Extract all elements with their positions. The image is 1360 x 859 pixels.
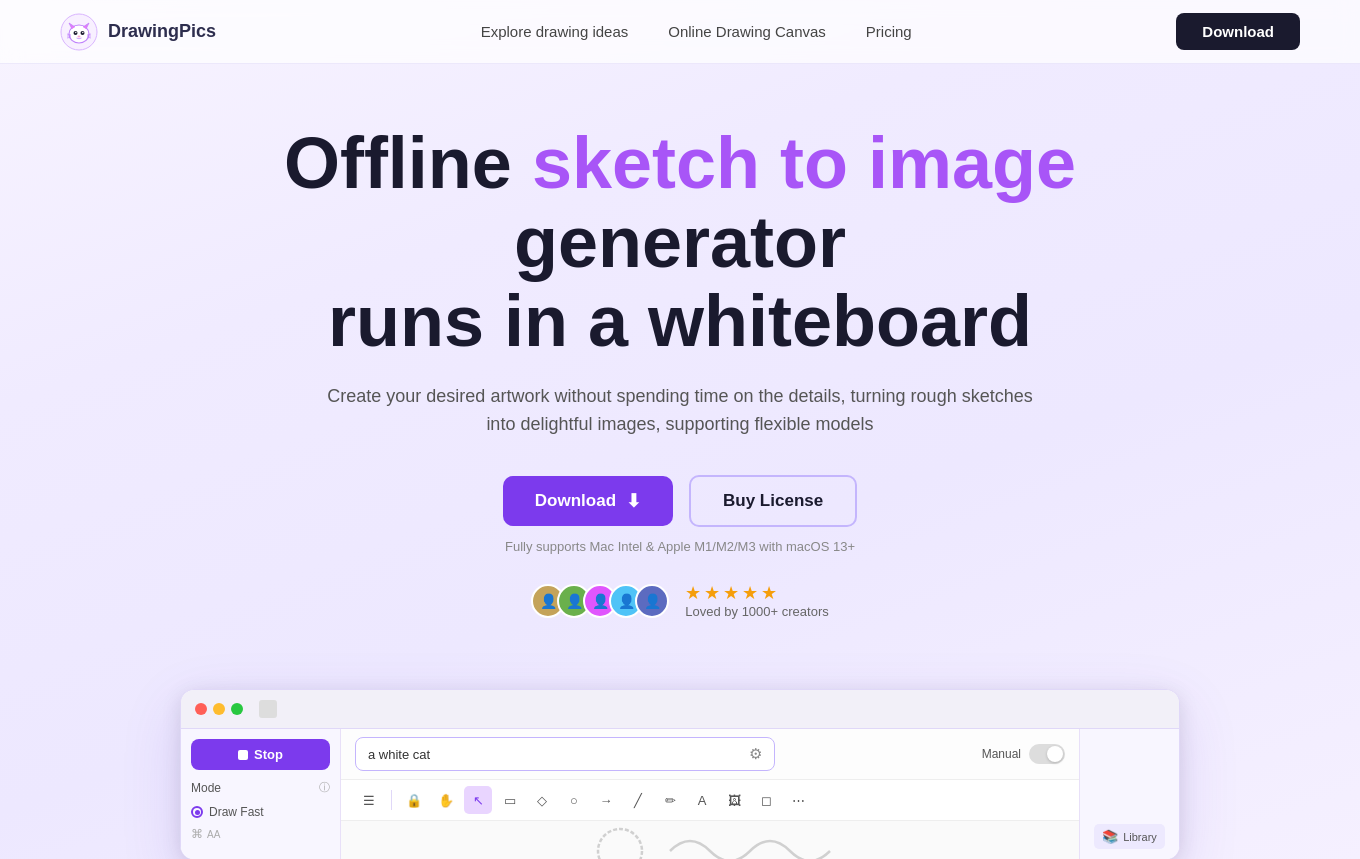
manual-label: Manual (982, 747, 1021, 761)
svg-point-5 (82, 31, 83, 32)
stop-icon (238, 750, 248, 760)
drawing-sketch (560, 821, 860, 859)
svg-point-6 (78, 35, 81, 37)
radio-inner (195, 810, 200, 815)
close-dot[interactable] (195, 703, 207, 715)
brand-name: DrawingPics (108, 21, 216, 42)
hero-download-button[interactable]: Download ⬇ (503, 476, 673, 526)
library-label: Library (1123, 831, 1157, 843)
canvas-area: a white cat ⚙ Manual ☰ 🔒 ✋ (341, 729, 1079, 859)
prompt-text: a white cat (368, 747, 430, 762)
manual-area: Manual (982, 744, 1065, 764)
hero-license-button[interactable]: Buy License (689, 475, 857, 527)
star-2: ★ (704, 582, 720, 604)
manual-toggle[interactable] (1029, 744, 1065, 764)
stop-button[interactable]: Stop (191, 739, 330, 770)
stop-label: Stop (254, 747, 283, 762)
rect-tool-button[interactable]: ▭ (496, 786, 524, 814)
size-value: AA (207, 829, 220, 840)
mode-label: Mode (191, 781, 221, 795)
hero-buttons: Download ⬇ Buy License (503, 475, 857, 527)
star-1: ★ (685, 582, 701, 604)
nav-link-pricing[interactable]: Pricing (866, 23, 912, 40)
hero-subtitle: Create your desired artwork without spen… (320, 382, 1040, 440)
draw-fast-row: Draw Fast (191, 805, 330, 819)
pencil-tool-button[interactable]: ✏ (656, 786, 684, 814)
settings-icon[interactable]: ⚙ (749, 745, 762, 763)
arrow-tool-button[interactable]: → (592, 786, 620, 814)
logo-icon (60, 13, 98, 51)
mode-info-icon: ⓘ (319, 780, 330, 795)
toggle-knob (1047, 746, 1063, 762)
more-tool-button[interactable]: ⋯ (784, 786, 812, 814)
logo[interactable]: DrawingPics (60, 13, 216, 51)
star-5: ★ (761, 582, 777, 604)
nav-download-button[interactable]: Download (1176, 13, 1300, 50)
maximize-dot[interactable] (231, 703, 243, 715)
rating-area: ★ ★ ★ ★ ★ Loved by 1000+ creators (685, 582, 828, 619)
avatar-group: 👤 👤 👤 👤 👤 (531, 584, 669, 618)
loved-text: Loved by 1000+ creators (685, 604, 828, 619)
tool-divider (391, 790, 392, 810)
toolbar: ☰ 🔒 ✋ ↖ ▭ ◇ ○ → ╱ ✏ A 🖼 ◻ ⋯ (341, 780, 1079, 821)
library-button[interactable]: 📚 Library (1094, 824, 1165, 849)
mode-row: Mode ⓘ (191, 778, 330, 797)
window-controls (195, 703, 243, 715)
nav-links: Explore drawing ideas Online Drawing Can… (481, 23, 912, 40)
minimize-dot[interactable] (213, 703, 225, 715)
radio-button[interactable] (191, 806, 203, 818)
library-icon: 📚 (1102, 829, 1118, 844)
star-rating: ★ ★ ★ ★ ★ (685, 582, 777, 604)
navbar: DrawingPics Explore drawing ideas Online… (0, 0, 1360, 64)
svg-point-4 (75, 31, 76, 32)
eraser-tool-button[interactable]: ◻ (752, 786, 780, 814)
support-note: Fully supports Mac Intel & Apple M1/M2/M… (505, 539, 855, 554)
ellipse-tool-button[interactable]: ○ (560, 786, 588, 814)
hero-title-line2: generator (514, 202, 846, 282)
hero-download-label: Download (535, 491, 616, 511)
nav-link-explore[interactable]: Explore drawing ideas (481, 23, 629, 40)
app-preview: Stop Mode ⓘ Draw Fast ⌘ AA (180, 689, 1180, 859)
star-4: ★ (742, 582, 758, 604)
hand-tool-button[interactable]: ✋ (432, 786, 460, 814)
svg-point-13 (598, 829, 642, 859)
line-tool-button[interactable]: ╱ (624, 786, 652, 814)
nav-link-canvas[interactable]: Online Drawing Canvas (668, 23, 826, 40)
size-icon: ⌘ (191, 827, 203, 841)
app-body: Stop Mode ⓘ Draw Fast ⌘ AA (181, 729, 1179, 859)
select-tool-button[interactable]: ↖ (464, 786, 492, 814)
app-titlebar (181, 690, 1179, 729)
draw-fast-label: Draw Fast (209, 805, 264, 819)
avatar: 👤 (635, 584, 669, 618)
star-3: ★ (723, 582, 739, 604)
menu-tool-button[interactable]: ☰ (355, 786, 383, 814)
hero-title: Offline sketch to image generator runs i… (284, 124, 1076, 362)
hero-section: Offline sketch to image generator runs i… (0, 64, 1360, 649)
download-icon: ⬇ (626, 490, 641, 512)
canvas-top-bar: a white cat ⚙ Manual (341, 729, 1079, 780)
hero-title-line3: runs in a whiteboard (328, 281, 1032, 361)
prompt-bar[interactable]: a white cat ⚙ (355, 737, 775, 771)
image-tool-button[interactable]: 🖼 (720, 786, 748, 814)
canvas-content[interactable]: To move canvas, hold mouse wheel or spac… (341, 821, 1079, 859)
hero-title-plain: Offline (284, 123, 532, 203)
social-proof: 👤 👤 👤 👤 👤 ★ ★ ★ ★ ★ Loved by 1000+ creat… (531, 582, 828, 619)
titlebar-icon (259, 700, 277, 718)
text-tool-button[interactable]: A (688, 786, 716, 814)
diamond-tool-button[interactable]: ◇ (528, 786, 556, 814)
right-panel: 📚 Library (1079, 729, 1179, 859)
size-row: ⌘ AA (191, 827, 330, 841)
left-panel: Stop Mode ⓘ Draw Fast ⌘ AA (181, 729, 341, 859)
hero-title-highlight: sketch to image (532, 123, 1076, 203)
lock-tool-button[interactable]: 🔒 (400, 786, 428, 814)
